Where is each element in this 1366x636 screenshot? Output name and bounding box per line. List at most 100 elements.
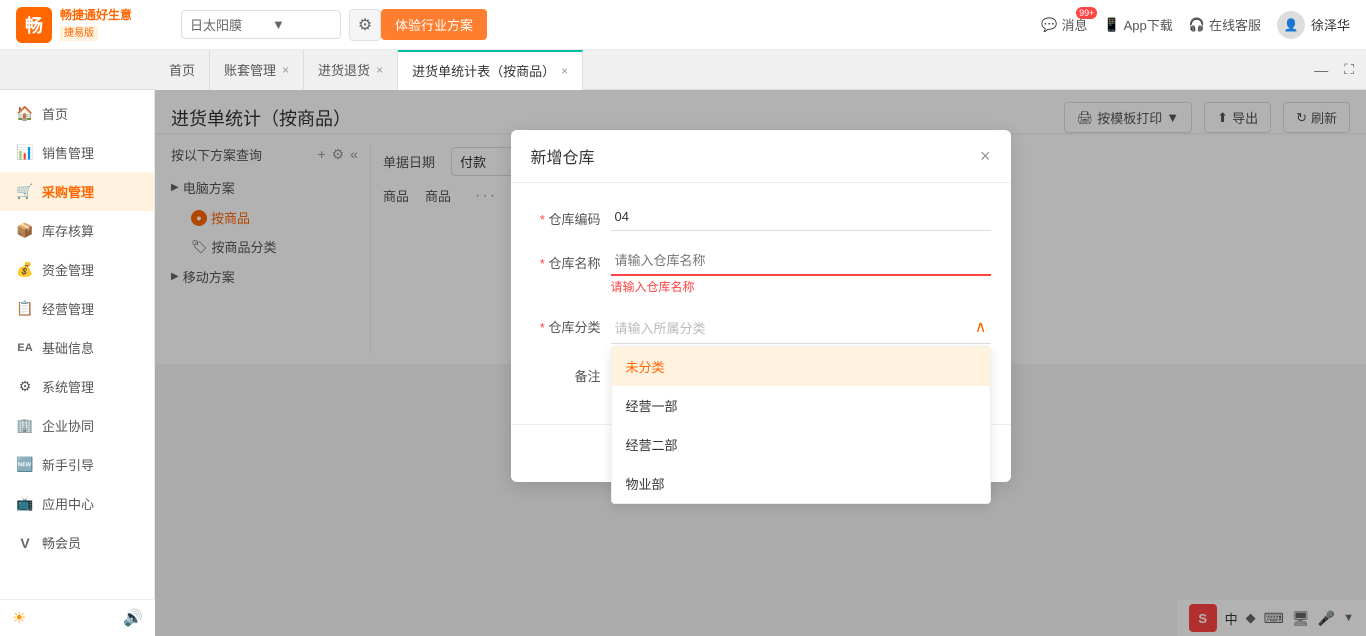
sidebar: 🏠 首页 📊 销售管理 🛒 采购管理 📦 库存核算 💰 资金管理 📋 经营管理 … (0, 90, 155, 636)
content-area: 进货单统计（按商品） 🖨 按模板打印 ▼ ⬆ 导出 ↻ 刷新 (155, 90, 1366, 636)
modal-close-button[interactable]: × (980, 146, 991, 167)
sidebar-label-vip: 畅会员 (42, 533, 81, 552)
dropdown-item-2[interactable]: 经营二部 (612, 425, 990, 464)
basic-icon: EA (16, 339, 34, 357)
warehouse-name-input[interactable] (611, 247, 991, 276)
logo-badge: 捷易版 (60, 26, 98, 41)
operation-icon: 📋 (16, 300, 34, 318)
dropdown-item-0[interactable]: 未分类 (612, 347, 990, 386)
tab-home[interactable]: 首页 (155, 50, 210, 90)
sidebar-item-home[interactable]: 🏠 首页 (0, 94, 154, 133)
sidebar-item-finance[interactable]: 💰 资金管理 (0, 250, 154, 289)
tab-purchase-stat-close-icon[interactable]: × (561, 64, 568, 78)
vip-icon: V (16, 534, 34, 552)
sidebar-item-app-center[interactable]: 📺 应用中心 (0, 484, 154, 523)
top-header: 畅 畅捷通好生意 捷易版 日太阳膜 ▼ ⚙ 体验行业方案 💬 消息 99+ 📱 … (0, 0, 1366, 50)
sidebar-label-sales: 销售管理 (42, 143, 94, 162)
category-dropdown: 未分类 经营一部 经营二部 物业部 (611, 346, 991, 504)
sidebar-label-system: 系统管理 (42, 377, 94, 396)
online-service-label: 在线客服 (1209, 15, 1261, 34)
phone-icon: 📱 (1103, 17, 1119, 33)
warehouse-name-label: * 仓库名称 (531, 247, 611, 272)
header-search[interactable]: 日太阳膜 ▼ (181, 10, 341, 39)
tab-purchase-stat[interactable]: 进货单统计表（按商品） × (398, 50, 583, 90)
sidebar-label-guide: 新手引导 (42, 455, 94, 474)
user-avatar: 👤 (1277, 11, 1305, 39)
modal-overlay[interactable]: 新增仓库 × * 仓库编码 * (155, 90, 1366, 636)
sidebar-item-inventory[interactable]: 📦 库存核算 (0, 211, 154, 250)
inventory-icon: 📦 (16, 222, 34, 240)
sidebar-label-app-center: 应用中心 (42, 494, 94, 513)
sidebar-label-operation: 经营管理 (42, 299, 94, 318)
sidebar-label-inventory: 库存核算 (42, 221, 94, 240)
tab-purchase-stat-label: 进货单统计表（按商品） (412, 61, 555, 80)
sound-icon[interactable]: 🔊 (123, 608, 143, 628)
finance-icon: 💰 (16, 261, 34, 279)
sidebar-bottom-bar: ☀ 🔊 (0, 599, 155, 636)
headset-icon: 🎧 (1189, 17, 1205, 33)
app-download-button[interactable]: 📱 App下载 (1103, 15, 1172, 34)
home-icon: 🏠 (16, 105, 34, 123)
form-row-category: * 仓库分类 请输入所属分类 ∧ 未分类 (531, 311, 991, 344)
sidebar-label-finance: 资金管理 (42, 260, 94, 279)
online-service-button[interactable]: 🎧 在线客服 (1189, 15, 1261, 34)
modal-body: * 仓库编码 * 仓库名称 请输入仓库名称 (511, 183, 1011, 424)
tab-purchase-return-close-icon[interactable]: × (376, 63, 383, 77)
form-row-code: * 仓库编码 (531, 203, 991, 231)
warehouse-code-label: * 仓库编码 (531, 203, 611, 228)
category-up-arrow-icon: ∧ (975, 317, 987, 337)
enterprise-icon: 🏢 (16, 417, 34, 435)
tab-purchase-return-label: 进货退货 (318, 60, 370, 79)
notes-label: 备注 (531, 360, 611, 385)
tab-minimize-icon[interactable]: — (1310, 58, 1332, 82)
warehouse-category-select[interactable]: 请输入所属分类 ∧ (611, 311, 991, 344)
sidebar-item-purchase[interactable]: 🛒 采购管理 (0, 172, 154, 211)
message-button[interactable]: 💬 消息 99+ (1041, 15, 1087, 34)
sidebar-item-system[interactable]: ⚙ 系统管理 (0, 367, 154, 406)
sidebar-label-purchase: 采购管理 (42, 182, 94, 201)
tab-account-close-icon[interactable]: × (282, 63, 289, 77)
sidebar-label-home: 首页 (42, 104, 68, 123)
tab-account-label: 账套管理 (224, 60, 276, 79)
sidebar-item-basic[interactable]: EA 基础信息 (0, 328, 154, 367)
modal-header: 新增仓库 × (511, 130, 1011, 183)
tab-expand-icon[interactable]: ⛶ (1340, 57, 1358, 82)
sidebar-item-enterprise[interactable]: 🏢 企业协同 (0, 406, 154, 445)
form-row-name: * 仓库名称 请输入仓库名称 (531, 247, 991, 295)
modal-title: 新增仓库 (531, 144, 595, 168)
sidebar-item-operation[interactable]: 📋 经营管理 (0, 289, 154, 328)
search-dropdown-arrow-icon[interactable]: ▼ (272, 17, 285, 32)
tab-bar: 首页 账套管理 × 进货退货 × 进货单统计表（按商品） × — ⛶ (0, 50, 1366, 90)
warehouse-name-field-wrap: 请输入仓库名称 (611, 247, 991, 295)
user-area[interactable]: 👤 徐泽华 (1277, 11, 1350, 39)
sidebar-item-guide[interactable]: 🆕 新手引导 (0, 445, 154, 484)
user-name: 徐泽华 (1311, 15, 1350, 34)
purchase-icon: 🛒 (16, 183, 34, 201)
search-value: 日太阳膜 (190, 15, 242, 34)
guide-icon: 🆕 (16, 456, 34, 474)
gear-button[interactable]: ⚙ (349, 9, 381, 41)
app-center-icon: 📺 (16, 495, 34, 513)
sidebar-label-enterprise: 企业协同 (42, 416, 94, 435)
warehouse-code-input[interactable] (611, 203, 991, 231)
notification-badge: 99+ (1076, 7, 1097, 19)
sidebar-item-sales[interactable]: 📊 销售管理 (0, 133, 154, 172)
gear-icon: ⚙ (358, 15, 372, 35)
try-industry-button[interactable]: 体验行业方案 (381, 9, 487, 40)
tab-purchase-return[interactable]: 进货退货 × (304, 50, 398, 90)
app-download-label: App下载 (1124, 15, 1173, 34)
theme-icon[interactable]: ☀ (12, 608, 26, 628)
dropdown-item-3[interactable]: 物业部 (612, 464, 990, 503)
dropdown-item-1[interactable]: 经营一部 (612, 386, 990, 425)
main-layout: 🏠 首页 📊 销售管理 🛒 采购管理 📦 库存核算 💰 资金管理 📋 经营管理 … (0, 90, 1366, 636)
warehouse-category-placeholder: 请输入所属分类 (615, 318, 706, 337)
warehouse-category-label: * 仓库分类 (531, 311, 611, 336)
tab-home-label: 首页 (169, 60, 195, 79)
sidebar-item-vip[interactable]: V 畅会员 (0, 523, 154, 562)
warehouse-name-error: 请输入仓库名称 (611, 278, 991, 295)
add-warehouse-modal: 新增仓库 × * 仓库编码 * (511, 130, 1011, 482)
sales-icon: 📊 (16, 144, 34, 162)
tab-bar-right: — ⛶ (1310, 57, 1366, 82)
tab-account[interactable]: 账套管理 × (210, 50, 304, 90)
sidebar-label-basic: 基础信息 (42, 338, 94, 357)
